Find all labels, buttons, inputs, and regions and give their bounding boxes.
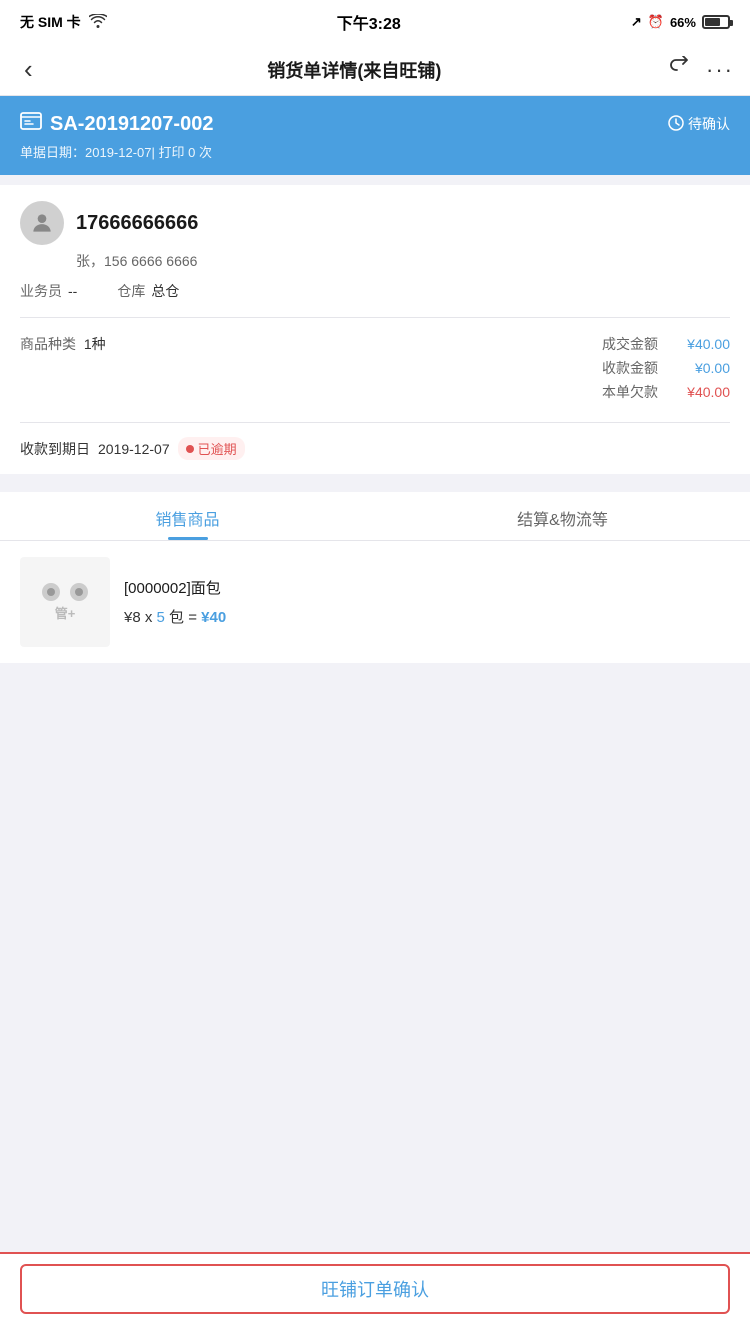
bottom-bar: 旺铺订单确认 bbox=[0, 1252, 750, 1334]
warehouse-value: 总仓 bbox=[151, 281, 179, 301]
product-type-value: 1种 bbox=[84, 336, 106, 352]
customer-name: 张，156 6666 6666 bbox=[76, 251, 730, 271]
page-title: 销货单详情(来自旺铺) bbox=[267, 57, 441, 83]
tab-products[interactable]: 销售商品 bbox=[0, 492, 375, 540]
product-name: [0000002]面包 bbox=[124, 577, 730, 598]
product-type-label: 商品种类 bbox=[20, 336, 76, 352]
deal-amount-row: 成交金额 ¥40.00 bbox=[602, 334, 730, 354]
sim-label: 无 SIM 卡 bbox=[20, 12, 81, 32]
deal-amount-value: ¥40.00 bbox=[670, 336, 730, 352]
quantity: 5 bbox=[157, 609, 165, 626]
owl-logo bbox=[42, 583, 88, 601]
financial-stats: 成交金额 ¥40.00 收款金额 ¥0.00 本单欠款 ¥40.00 bbox=[602, 334, 730, 406]
customer-phone-row: 17666666666 bbox=[20, 201, 730, 245]
warehouse-field: 仓库 总仓 bbox=[117, 281, 179, 301]
customer-meta: 业务员 -- 仓库 总仓 bbox=[20, 281, 730, 301]
product-thumbnail: 管+ bbox=[20, 557, 110, 647]
tabs-container: 销售商品 结算&物流等 bbox=[0, 492, 750, 541]
deal-amount-label: 成交金额 bbox=[602, 334, 658, 354]
unit-price: ¥8 bbox=[124, 609, 141, 626]
status-right: ↗ ⏰ 66% bbox=[631, 14, 730, 30]
back-button[interactable]: ‹ bbox=[16, 50, 41, 89]
wifi-icon bbox=[89, 14, 107, 31]
status-bar: 无 SIM 卡 下午3:28 ↗ ⏰ 66% bbox=[0, 0, 750, 44]
warehouse-label: 仓库 bbox=[117, 281, 145, 301]
owed-amount-row: 本单欠款 ¥40.00 bbox=[602, 382, 730, 402]
order-id: SA-20191207-002 bbox=[20, 112, 213, 136]
product-info: [0000002]面包 ¥8 x 5 包 = ¥40 bbox=[124, 577, 730, 627]
salesperson-field: 业务员 -- bbox=[20, 281, 77, 301]
order-icon bbox=[20, 112, 42, 136]
order-header: SA-20191207-002 待确认 单据日期：2019-12-07| 打印 … bbox=[0, 96, 750, 175]
received-amount-value: ¥0.00 bbox=[670, 360, 730, 376]
salesperson-value: -- bbox=[68, 283, 77, 299]
overdue-dot-icon bbox=[186, 445, 194, 453]
salesperson-label: 业务员 bbox=[20, 281, 62, 301]
owed-amount-value: ¥40.00 bbox=[670, 384, 730, 400]
battery-icon bbox=[702, 15, 730, 29]
overdue-text: 已逾期 bbox=[198, 439, 237, 458]
order-date: 单据日期：2019-12-07| 打印 0 次 bbox=[20, 142, 730, 161]
nav-bar: ‹ 销货单详情(来自旺铺) ··· bbox=[0, 44, 750, 96]
tab-settlement[interactable]: 结算&物流等 bbox=[375, 492, 750, 540]
owed-amount-label: 本单欠款 bbox=[602, 382, 658, 402]
product-section: 管+ [0000002]面包 ¥8 x 5 包 = ¥40 bbox=[0, 541, 750, 663]
overdue-badge: 已逾期 bbox=[178, 437, 245, 460]
section-divider bbox=[0, 474, 750, 482]
customer-section: 17666666666 张，156 6666 6666 业务员 -- 仓库 总仓… bbox=[0, 185, 750, 474]
location-icon: ↗ bbox=[631, 14, 642, 30]
clock-icon bbox=[668, 115, 684, 134]
due-date-label: 收款到期日 bbox=[20, 439, 90, 459]
product-price: ¥8 x 5 包 = ¥40 bbox=[124, 606, 730, 627]
share-button[interactable] bbox=[668, 56, 690, 84]
product-type-field: 商品种类 1种 bbox=[20, 334, 106, 354]
more-button[interactable]: ··· bbox=[706, 57, 734, 83]
due-date-value: 2019-12-07 bbox=[98, 441, 170, 457]
nav-actions: ··· bbox=[668, 56, 734, 84]
product-item: 管+ [0000002]面包 ¥8 x 5 包 = ¥40 bbox=[0, 541, 750, 663]
alarm-icon: ⏰ bbox=[648, 14, 664, 30]
received-amount-row: 收款金额 ¥0.00 bbox=[602, 358, 730, 378]
status-time: 下午3:28 bbox=[337, 10, 401, 34]
total-price: ¥40 bbox=[201, 609, 226, 626]
status-left: 无 SIM 卡 bbox=[20, 12, 107, 32]
due-date-section: 收款到期日 2019-12-07 已逾期 bbox=[0, 423, 750, 474]
avatar bbox=[20, 201, 64, 245]
battery-percent: 66% bbox=[670, 15, 696, 30]
stats-section: 商品种类 1种 成交金额 ¥40.00 收款金额 ¥0.00 本单欠款 ¥40.… bbox=[0, 318, 750, 422]
order-status: 待确认 bbox=[668, 114, 730, 134]
received-amount-label: 收款金额 bbox=[602, 358, 658, 378]
customer-phone: 17666666666 bbox=[76, 212, 198, 235]
empty-content-area bbox=[0, 663, 750, 863]
confirm-order-button[interactable]: 旺铺订单确认 bbox=[20, 1264, 730, 1314]
